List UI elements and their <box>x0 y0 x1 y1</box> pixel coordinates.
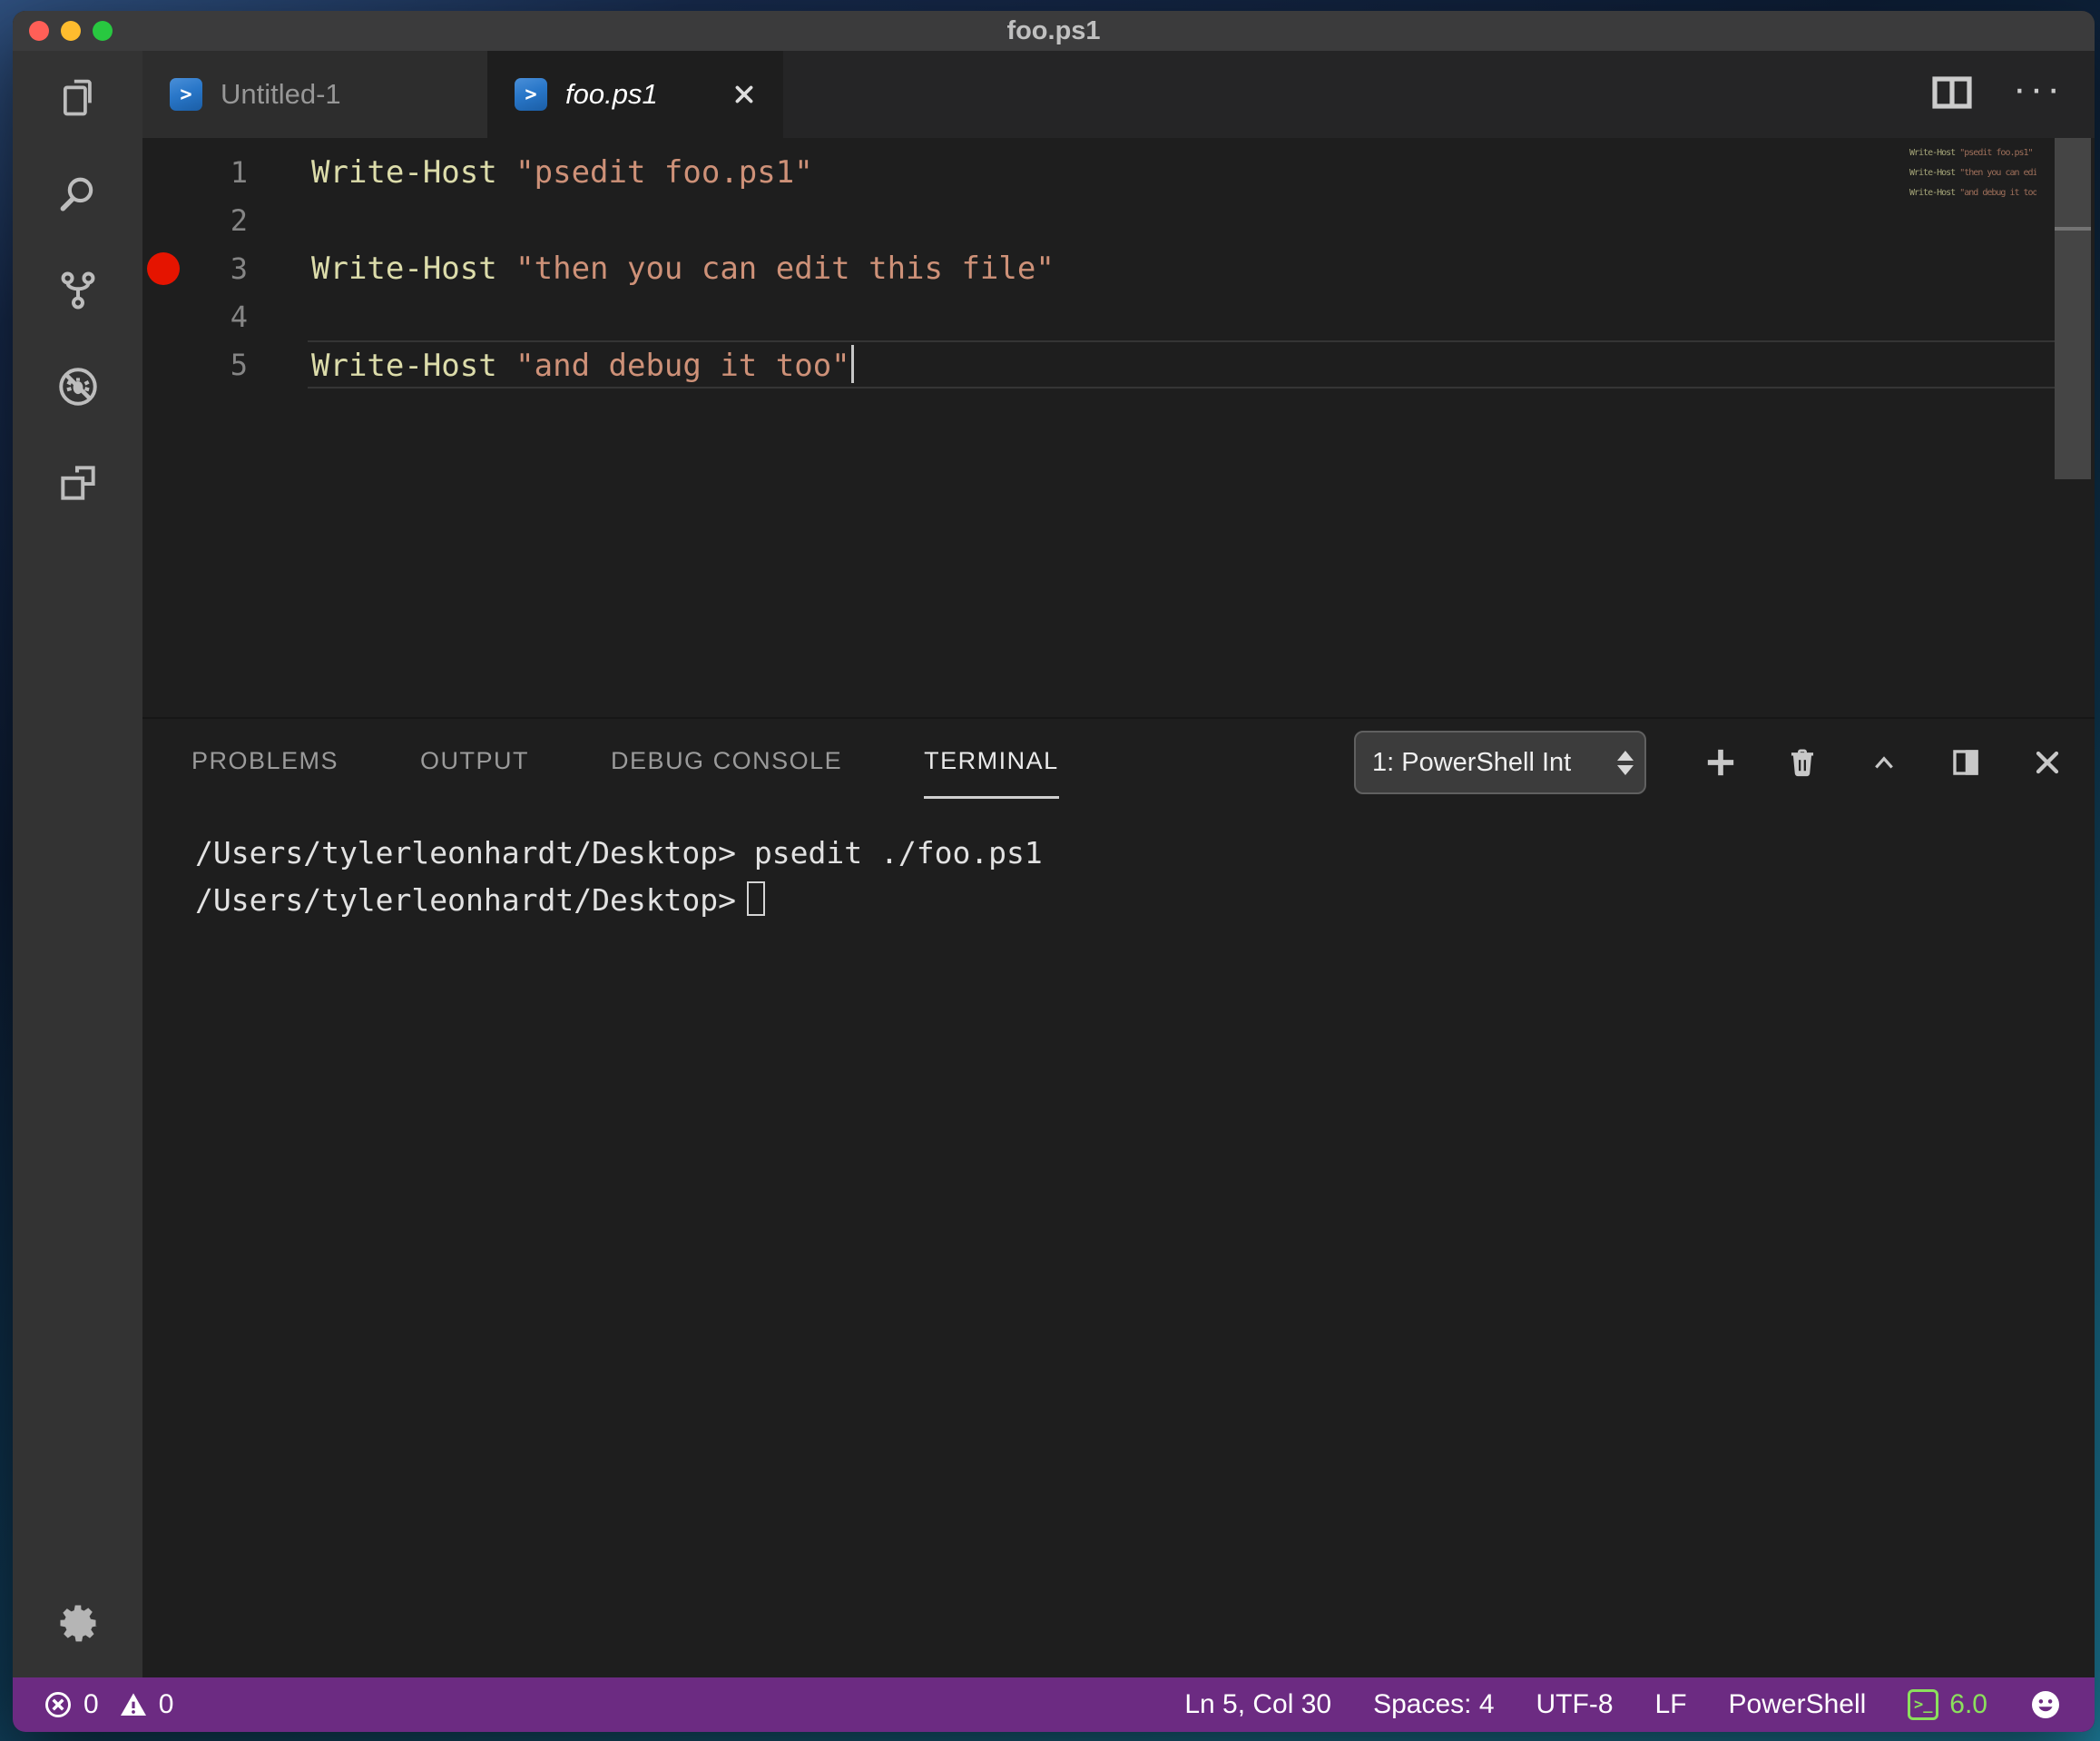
terminal-line: /Users/tylerleonhardt/Desktop> <box>195 877 2095 924</box>
panel-tab-output[interactable]: OUTPUT <box>420 747 529 779</box>
problems-status[interactable]: 0 0 <box>44 1689 173 1720</box>
error-count: 0 <box>83 1689 99 1719</box>
powershell-session-status[interactable]: >_ 6.0 <box>1908 1689 1987 1720</box>
tab-label: Untitled-1 <box>221 78 341 110</box>
powershell-file-icon: > <box>515 78 547 111</box>
tab-bar: > Untitled-1 > foo.ps1 ··· <box>142 51 2095 138</box>
panel-tab-terminal[interactable]: TERMINAL <box>924 747 1059 799</box>
editor-scrollbar[interactable] <box>2055 138 2091 479</box>
source-control-icon[interactable] <box>54 267 102 314</box>
code-text[interactable]: Write-Host "psedit foo.ps1" <box>311 154 813 191</box>
powershell-version: 6.0 <box>1949 1689 1987 1719</box>
tab-foo-ps1[interactable]: > foo.ps1 <box>487 51 783 138</box>
new-terminal-icon[interactable] <box>1704 744 1737 781</box>
terminal-select-value: 1: PowerShell Int <box>1372 747 1572 777</box>
panel-tabs: PROBLEMS OUTPUT DEBUG CONSOLE TERMINAL <box>191 747 1059 799</box>
line-number: 2 <box>230 202 248 238</box>
editor-lines: 1 Write-Host "psedit foo.ps1" 2 3 Write-Host… <box>142 148 2095 389</box>
terminal-instance-select[interactable]: 1: PowerShell Int <box>1354 731 1646 794</box>
language-mode-status[interactable]: PowerShell <box>1729 1689 1867 1720</box>
terminal-output[interactable]: /Users/tylerleonhardt/Desktop> psedit ./… <box>142 806 2095 1677</box>
editor-toolbar: ··· <box>1931 51 2095 138</box>
line-number: 5 <box>230 347 248 382</box>
code-text[interactable]: Write-Host "and debug it too" <box>311 345 854 384</box>
line-number: 1 <box>230 154 248 190</box>
status-bar: 0 0 Ln 5, Col 30 Spaces: 4 UTF-8 LF Powe… <box>13 1677 2095 1732</box>
tab-untitled-1[interactable]: > Untitled-1 <box>142 51 487 138</box>
minimap[interactable]: Write-Host "psedit foo.ps1" Write-Host "t… <box>1909 143 2036 203</box>
window-title: foo.ps1 <box>1006 15 1101 45</box>
code-text[interactable]: Write-Host "then you can edit this file" <box>311 251 1055 287</box>
encoding-status[interactable]: UTF-8 <box>1536 1689 1614 1720</box>
explorer-icon[interactable] <box>54 74 102 122</box>
vscode-window: foo.ps1 > Untitled-1 > foo.ps1 ··· 1 Wri… <box>13 11 2095 1732</box>
search-icon[interactable] <box>54 171 102 218</box>
cursor-position-status[interactable]: Ln 5, Col 30 <box>1184 1689 1331 1720</box>
settings-gear-icon[interactable] <box>13 1599 142 1647</box>
extensions-icon[interactable] <box>54 459 102 507</box>
terminal-cursor <box>747 881 766 916</box>
panel-tab-problems[interactable]: PROBLEMS <box>191 747 339 779</box>
warning-count: 0 <box>158 1689 174 1719</box>
minimap-line: Write-Host "then you can edit this file" <box>1909 168 2036 178</box>
code-line[interactable]: 3 Write-Host "then you can edit this file… <box>142 244 2095 292</box>
title-bar: foo.ps1 <box>13 11 2095 51</box>
close-panel-icon[interactable] <box>2031 744 2064 781</box>
panel-header: PROBLEMS OUTPUT DEBUG CONSOLE TERMINAL 1: P… <box>142 719 2095 806</box>
minimap-line: Write-Host "and debug it too" <box>1909 188 2036 198</box>
debug-disabled-icon[interactable] <box>54 363 102 410</box>
code-line[interactable]: 1 Write-Host "psedit foo.ps1" <box>142 148 2095 196</box>
kill-terminal-icon[interactable] <box>1786 744 1819 781</box>
close-tab-icon[interactable] <box>732 83 756 106</box>
maximize-panel-icon[interactable] <box>1868 744 1900 781</box>
error-icon <box>44 1690 73 1719</box>
split-editor-icon[interactable] <box>1931 74 1973 115</box>
terminal-line: /Users/tylerleonhardt/Desktop> psedit ./… <box>195 835 1043 870</box>
warning-icon <box>119 1690 148 1719</box>
more-actions-icon[interactable]: ··· <box>2013 69 2064 120</box>
code-line[interactable]: 2 <box>142 196 2095 244</box>
eol-status[interactable]: LF <box>1655 1689 1687 1720</box>
code-editor[interactable]: 1 Write-Host "psedit foo.ps1" 2 3 Write-Host… <box>142 138 2095 717</box>
powershell-file-icon: > <box>170 78 202 111</box>
panel-tab-debug-console[interactable]: DEBUG CONSOLE <box>611 747 842 779</box>
line-number: 3 <box>230 251 248 286</box>
feedback-smiley-icon[interactable] <box>2029 1688 2062 1721</box>
code-line[interactable]: 5 Write-Host "and debug it too" <box>142 340 2095 389</box>
tab-label: foo.ps1 <box>565 78 658 110</box>
breakpoint-gutter[interactable] <box>142 251 184 285</box>
panel-actions <box>1704 744 2064 781</box>
indentation-status[interactable]: Spaces: 4 <box>1373 1689 1494 1720</box>
bottom-panel: PROBLEMS OUTPUT DEBUG CONSOLE TERMINAL 1: P… <box>142 717 2095 1677</box>
activity-bar <box>13 51 142 1677</box>
minimap-line: Write-Host "psedit foo.ps1" <box>1909 148 2034 158</box>
breakpoint-dot[interactable] <box>147 251 180 285</box>
select-arrows-icon <box>1610 750 1634 775</box>
powershell-terminal-icon: >_ <box>1908 1689 1939 1720</box>
line-number: 4 <box>230 299 248 334</box>
code-line[interactable]: 4 <box>142 292 2095 340</box>
split-terminal-icon[interactable] <box>1949 744 1982 781</box>
editor-cursor <box>850 345 854 383</box>
